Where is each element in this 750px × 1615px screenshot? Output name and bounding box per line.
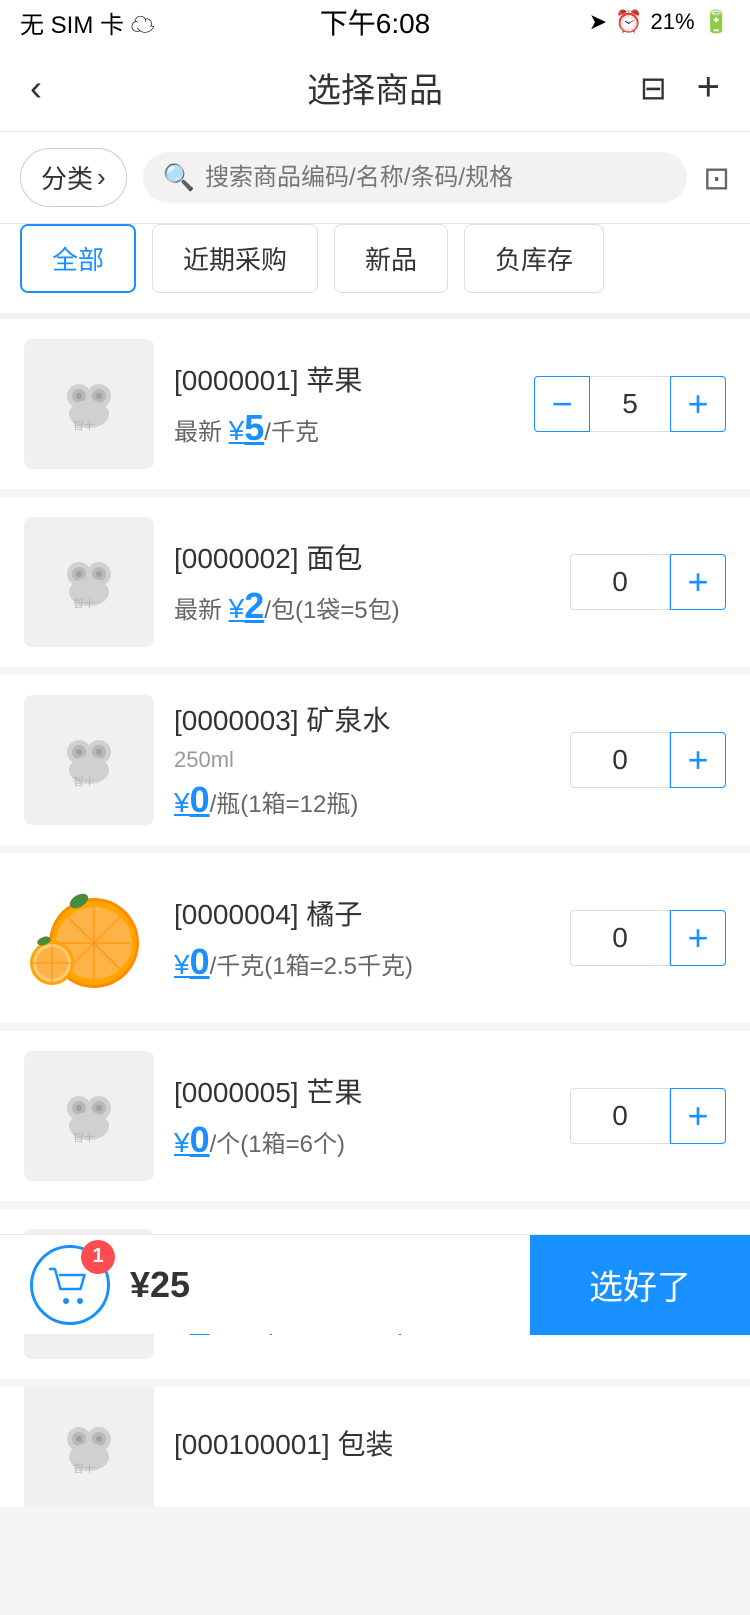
product-info: [0000001] 苹果 最新 ¥5/千克 [174, 359, 514, 449]
increment-button[interactable]: + [670, 376, 726, 432]
scan-icon[interactable]: ⊡ [703, 159, 730, 197]
product-price: ¥0/个(1箱=6个) [174, 1119, 550, 1161]
category-chevron: › [97, 162, 106, 193]
product-image: 智十 [24, 1387, 154, 1507]
status-time: 下午6:08 [320, 2, 431, 42]
back-button[interactable]: ‹ [30, 67, 42, 109]
quantity-control: + [570, 732, 726, 788]
owl-placeholder-icon: 智十 [49, 730, 129, 790]
product-info: [0000005] 芒果 ¥0/个(1箱=6个) [174, 1071, 550, 1161]
list-item: 智十 [000100001] 包装 [0, 1387, 750, 1507]
product-info: [0000003] 矿泉水 250ml ¥0/瓶(1箱=12瓶) [174, 699, 550, 821]
product-name: [0000002] 面包 [174, 537, 550, 577]
page-title: 选择商品 [307, 63, 443, 112]
product-name: [0000003] 矿泉水 [174, 699, 550, 739]
category-button[interactable]: 分类 › [20, 148, 127, 207]
status-right: ➤ ⏰ 21% 🔋 [589, 9, 730, 35]
alarm-icon: ⏰ [615, 9, 642, 35]
product-spec: 250ml [174, 747, 550, 773]
decrement-button[interactable]: − [534, 376, 590, 432]
owl-placeholder-icon: 智十 [49, 1086, 129, 1146]
cart-total: ¥25 [130, 1264, 190, 1306]
tab-new[interactable]: 新品 [334, 224, 448, 293]
quantity-input[interactable] [570, 732, 670, 788]
list-item: 智十 [0000001] 苹果 最新 ¥5/千克 − + [0, 319, 750, 489]
tab-negative[interactable]: 负库存 [464, 224, 604, 293]
tab-all[interactable]: 全部 [20, 224, 136, 293]
search-bar: 分类 › 🔍 ⊡ [0, 132, 750, 224]
battery-icon: 🔋 [703, 9, 730, 35]
cart-icon [48, 1265, 92, 1305]
list-item: 智十 [0000002] 面包 最新 ¥2/包(1袋=5包) + [0, 497, 750, 667]
confirm-button[interactable]: 选好了 [530, 1235, 750, 1335]
product-price: ¥0/瓶(1箱=12瓶) [174, 779, 550, 821]
product-info: [000100001] 包装 [174, 1423, 726, 1471]
product-name: [0000001] 苹果 [174, 359, 514, 399]
cart-badge: 1 [81, 1240, 115, 1274]
tab-recent[interactable]: 近期采购 [152, 224, 318, 293]
status-left: 无 SIM 卡 ☁ [20, 5, 155, 40]
product-name: [0000004] 橘子 [174, 893, 550, 933]
quantity-input[interactable] [570, 1088, 670, 1144]
product-image: 智十 [24, 517, 154, 647]
location-icon: ➤ [589, 9, 607, 35]
sim-status: 无 SIM 卡 ☁ [20, 5, 155, 40]
increment-button[interactable]: + [670, 910, 726, 966]
owl-placeholder-icon: 智十 [49, 374, 129, 434]
product-image [24, 873, 154, 1003]
product-info: [0000004] 橘子 ¥0/千克(1箱=2.5千克) [174, 893, 550, 983]
quantity-control: + [570, 910, 726, 966]
header: ‹ 选择商品 ⊟ + [0, 44, 750, 132]
product-image: 智十 [24, 695, 154, 825]
list-item: 智十 [0000003] 矿泉水 250ml ¥0/瓶(1箱=12瓶) + [0, 675, 750, 845]
increment-button[interactable]: + [670, 732, 726, 788]
increment-button[interactable]: + [670, 1088, 726, 1144]
header-actions: ⊟ + [640, 65, 720, 110]
list-item: [0000004] 橘子 ¥0/千克(1箱=2.5千克) + [0, 853, 750, 1023]
product-image: 智十 [24, 339, 154, 469]
quantity-control: + [570, 1088, 726, 1144]
quantity-input[interactable] [590, 376, 670, 432]
cart-button[interactable]: 1 [30, 1245, 110, 1325]
status-bar: 无 SIM 卡 ☁ 下午6:08 ➤ ⏰ 21% 🔋 [0, 0, 750, 44]
svg-text:智十: 智十 [73, 596, 95, 610]
owl-placeholder-icon: 智十 [49, 1417, 129, 1477]
product-name: [0000005] 芒果 [174, 1071, 550, 1111]
quantity-input[interactable] [570, 910, 670, 966]
svg-text:智十: 智十 [73, 418, 95, 432]
battery-status: 21% [651, 9, 695, 35]
product-name: [000100001] 包装 [174, 1423, 726, 1463]
list-item: 智十 [0000005] 芒果 ¥0/个(1箱=6个) + [0, 1031, 750, 1201]
svg-text:智十: 智十 [73, 1461, 95, 1475]
product-price: ¥0/千克(1箱=2.5千克) [174, 941, 550, 983]
search-icon: 🔍 [163, 162, 195, 193]
quantity-control: + [570, 554, 726, 610]
footer: 1 ¥25 选好了 [0, 1234, 750, 1334]
svg-text:智十: 智十 [73, 1130, 95, 1144]
increment-button[interactable]: + [670, 554, 726, 610]
cart-section: 1 ¥25 [0, 1245, 530, 1325]
search-input-wrap: 🔍 [143, 152, 688, 203]
filter-icon[interactable]: ⊟ [640, 69, 667, 107]
add-icon[interactable]: + [697, 65, 720, 110]
quantity-control: − + [534, 376, 726, 432]
orange-image [24, 873, 154, 1003]
owl-placeholder-icon: 智十 [49, 552, 129, 612]
product-price: 最新 ¥2/包(1袋=5包) [174, 585, 550, 627]
search-input[interactable] [205, 164, 667, 192]
category-label: 分类 [41, 159, 93, 196]
product-image: 智十 [24, 1051, 154, 1181]
product-info: [0000002] 面包 最新 ¥2/包(1袋=5包) [174, 537, 550, 627]
product-price: 最新 ¥5/千克 [174, 407, 514, 449]
svg-text:智十: 智十 [73, 774, 95, 788]
quantity-input[interactable] [570, 554, 670, 610]
filter-tabs: 全部 近期采购 新品 负库存 [0, 224, 750, 319]
